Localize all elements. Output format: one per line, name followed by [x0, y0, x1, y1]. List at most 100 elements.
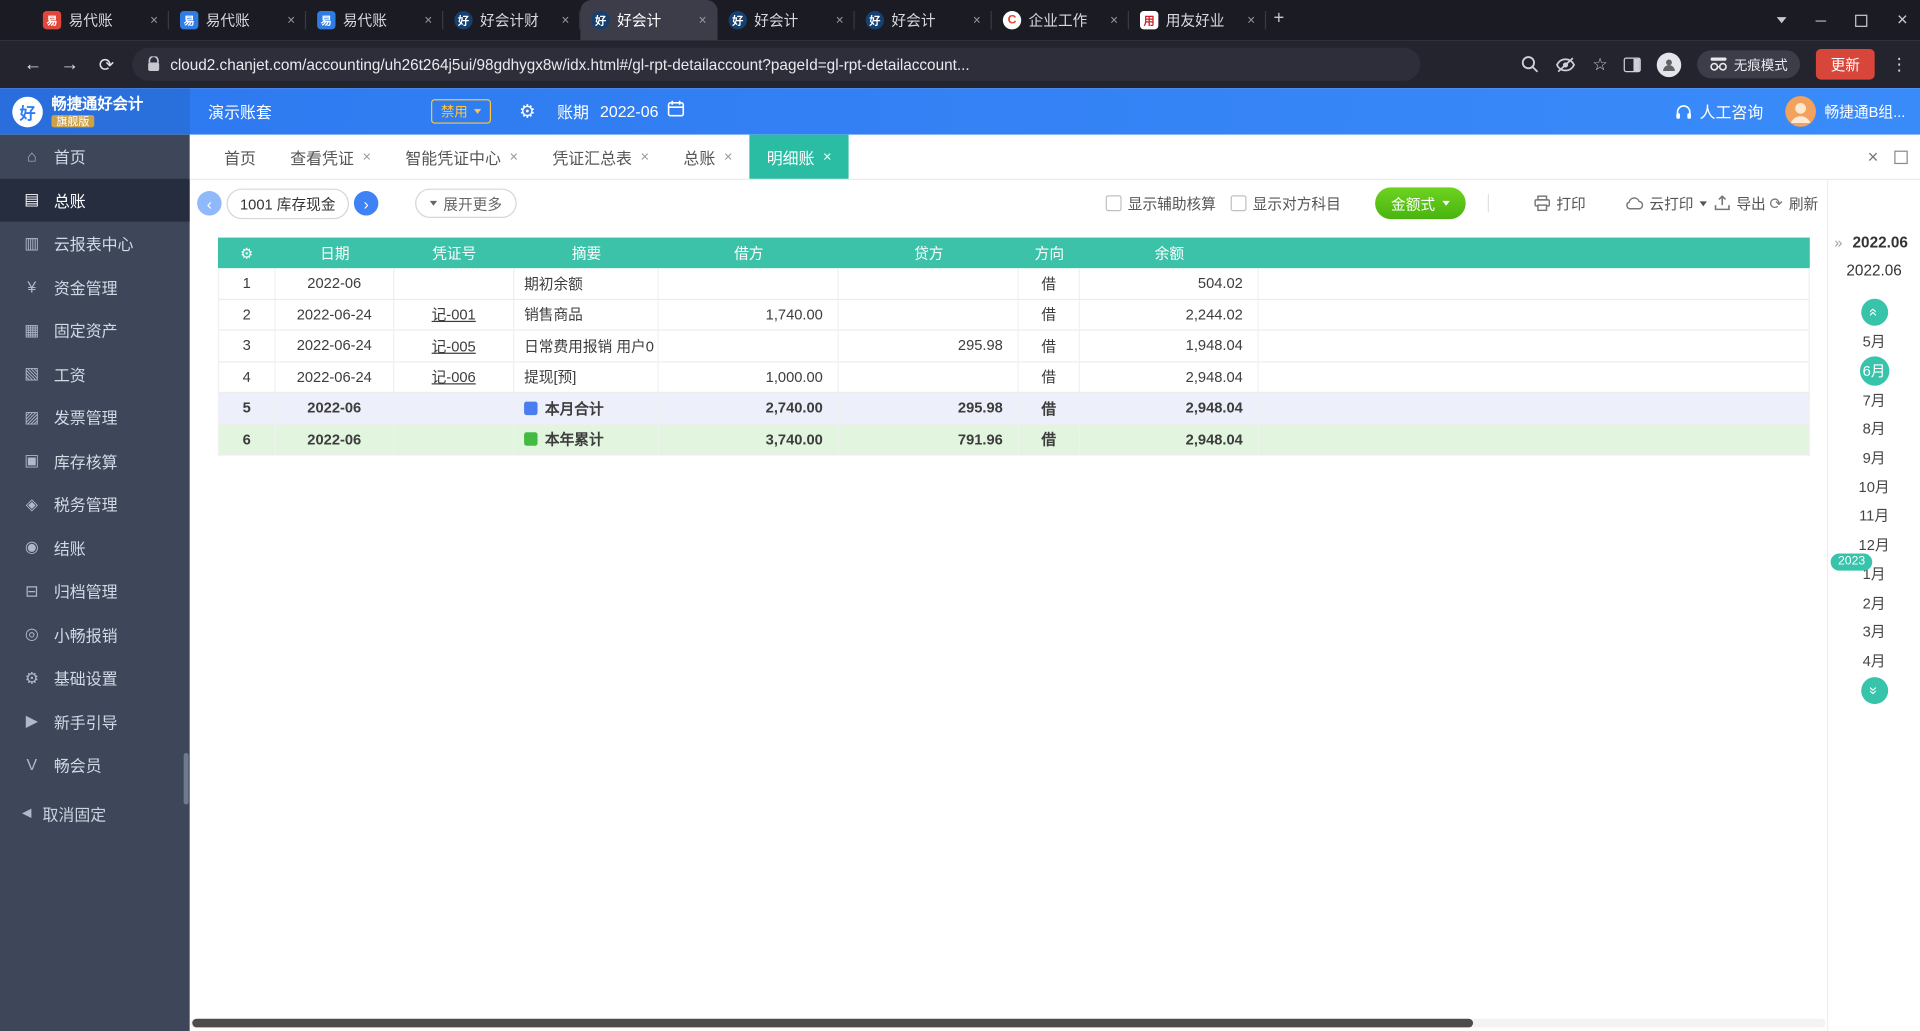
tab-close-icon[interactable]: ×	[823, 148, 832, 165]
month-total-row[interactable]: 5 2022-06 本月合计 2,740.00 295.98 借 2,948.0…	[217, 393, 1810, 425]
page-tab-general-ledger[interactable]: 总账 ×	[666, 135, 749, 179]
month-item-active[interactable]: 6月	[1828, 355, 1920, 386]
sidebar-item-tax[interactable]: ◈ 税务管理	[0, 482, 190, 525]
unpin-sidebar-button[interactable]: ◀ 取消固定	[22, 802, 106, 825]
browser-tab[interactable]: C 企业工作 ×	[992, 0, 1129, 40]
print-button[interactable]: 打印	[1534, 193, 1586, 214]
cloud-print-button[interactable]: 云打印	[1625, 193, 1707, 214]
browser-tab[interactable]: 好好会计 ×	[855, 0, 992, 40]
url-field[interactable]: cloud2.chanjet.com/accounting/uh26t264j5…	[132, 47, 1421, 81]
export-button[interactable]: 导出	[1714, 193, 1766, 214]
settings-gear-icon[interactable]: ⚙	[519, 100, 535, 123]
sidebar-item-inventory[interactable]: ▣ 库存核算	[0, 439, 190, 482]
back-icon[interactable]: ←	[15, 54, 52, 75]
sidebar-item-invoices[interactable]: ▨ 发票管理	[0, 396, 190, 439]
tab-list-chevron-icon[interactable]	[1776, 17, 1787, 24]
tab-close-icon[interactable]: ×	[641, 148, 650, 165]
browser-tab[interactable]: 好好会计 ×	[718, 0, 855, 40]
table-row[interactable]: 4 2022-06-24 记-006 提现[预] 1,000.00 借 2,94…	[217, 361, 1810, 394]
sidebar-item-closing[interactable]: ◉ 结账	[0, 526, 190, 569]
month-item[interactable]: 2月	[1828, 588, 1920, 617]
month-item[interactable]: 3月	[1828, 617, 1920, 646]
search-icon[interactable]	[1521, 55, 1539, 73]
tab-close-icon[interactable]: ×	[1110, 13, 1118, 28]
col-balance[interactable]: 余额	[1080, 238, 1259, 269]
browser-tab[interactable]: 好好会计财 ×	[443, 0, 581, 40]
maximize-button[interactable]	[1855, 14, 1868, 27]
col-date[interactable]: 日期	[276, 238, 395, 269]
col-debit[interactable]: 借方	[659, 238, 839, 269]
fullscreen-icon[interactable]	[1894, 135, 1908, 180]
table-row[interactable]: 3 2022-06-24 记-005 日常费用报销 用户0 295.98 借 1…	[217, 330, 1810, 362]
tab-close-icon[interactable]: ×	[362, 148, 371, 165]
browser-menu-icon[interactable]: ⋮	[1891, 54, 1908, 75]
account-set-name[interactable]: 演示账套	[208, 100, 272, 123]
sidebar-item-funds[interactable]: ¥ 资金管理	[0, 265, 190, 308]
voucher-link[interactable]: 记-001	[432, 304, 476, 325]
amount-style-button[interactable]: 金额式	[1375, 187, 1466, 220]
month-item[interactable]: 10月	[1828, 472, 1920, 501]
browser-profile-avatar[interactable]	[1656, 52, 1682, 77]
forward-icon[interactable]: →	[51, 54, 88, 75]
browser-tab[interactable]: 易易代账 ×	[32, 0, 169, 40]
month-item[interactable]: 5月	[1828, 327, 1920, 356]
month-item[interactable]: 8月	[1828, 414, 1920, 443]
show-aux-checkbox[interactable]: 显示辅助核算	[1105, 193, 1216, 214]
sidebar-item-guide[interactable]: ▶ 新手引导	[0, 700, 190, 743]
horizontal-scrollbar-thumb[interactable]	[192, 1018, 1474, 1028]
split-view-icon[interactable]	[1623, 56, 1641, 72]
prev-account-button[interactable]: ‹	[197, 191, 222, 216]
tab-close-icon[interactable]: ×	[1247, 13, 1255, 28]
eye-off-icon[interactable]	[1556, 56, 1577, 73]
col-direction[interactable]: 方向	[1019, 238, 1080, 269]
support-link[interactable]: 人工咨询	[1675, 100, 1763, 123]
period-value[interactable]: 2022-06	[600, 102, 658, 120]
sidebar-item-fixed-assets[interactable]: ▦ 固定资产	[0, 309, 190, 352]
checkbox[interactable]	[1230, 195, 1247, 212]
tab-close-icon[interactable]: ×	[150, 13, 158, 28]
sidebar-item-home[interactable]: ⌂ 首页	[0, 135, 190, 178]
checkbox[interactable]	[1105, 195, 1122, 212]
voucher-link[interactable]: 记-005	[432, 335, 476, 356]
sidebar-item-settings[interactable]: ⚙ 基础设置	[0, 656, 190, 699]
sidebar-item-payroll[interactable]: ▧ 工资	[0, 352, 190, 395]
sidebar-item-reimburse[interactable]: ◎ 小畅报销	[0, 613, 190, 656]
sidebar-scrollbar[interactable]	[183, 753, 189, 805]
tab-close-icon[interactable]: ×	[424, 13, 432, 28]
tab-close-icon[interactable]: ×	[836, 13, 844, 28]
reload-icon[interactable]: ⟳	[88, 53, 125, 75]
period-rail-selected[interactable]: 2022.06	[1828, 262, 1920, 279]
sidebar-item-cloud-reports[interactable]: ▥ 云报表中心	[0, 222, 190, 265]
year-total-row[interactable]: 6 2022-06 本年累计 3,740.00 791.96 借 2,948.0…	[217, 424, 1810, 456]
scroll-months-down-button[interactable]: »	[1860, 677, 1888, 705]
scroll-months-up-button[interactable]: «	[1860, 298, 1888, 326]
column-settings-gear-icon[interactable]: ⚙	[218, 238, 276, 269]
col-credit[interactable]: 贷方	[839, 238, 1019, 269]
user-avatar[interactable]	[1785, 96, 1816, 127]
new-tab-button[interactable]: +	[1273, 7, 1284, 28]
page-tab-home[interactable]: 首页	[207, 135, 273, 179]
tab-close-icon[interactable]: ×	[287, 13, 295, 28]
month-item[interactable]: 7月	[1828, 385, 1920, 414]
table-row[interactable]: 2 2022-06-24 记-001 销售商品 1,740.00 借 2,244…	[217, 299, 1810, 331]
month-item[interactable]: 11月	[1828, 501, 1920, 530]
browser-tab[interactable]: 易易代账 ×	[169, 0, 307, 40]
tab-close-icon[interactable]: ×	[724, 148, 733, 165]
tab-close-icon[interactable]: ×	[973, 13, 981, 28]
tab-close-icon[interactable]: ×	[562, 13, 570, 28]
bookmark-star-icon[interactable]: ☆	[1592, 54, 1607, 75]
expand-more-button[interactable]: 展开更多	[415, 188, 517, 218]
sidebar-item-membership[interactable]: V 畅会员	[0, 743, 190, 786]
col-voucher[interactable]: 凭证号	[394, 238, 514, 269]
page-tab-detail-ledger[interactable]: 明细账 ×	[749, 134, 849, 179]
window-close-button[interactable]: ×	[1897, 10, 1908, 31]
month-item[interactable]: 9月	[1828, 443, 1920, 472]
sidebar-item-archive[interactable]: ⊟ 归档管理	[0, 569, 190, 612]
page-tab-voucher-summary[interactable]: 凭证汇总表 ×	[535, 135, 666, 179]
page-tab-view-voucher[interactable]: 查看凭证 ×	[273, 135, 388, 179]
next-account-button[interactable]: ›	[353, 191, 379, 216]
calendar-icon[interactable]	[667, 100, 685, 123]
minimize-button[interactable]: ─	[1816, 12, 1826, 29]
user-name[interactable]: 畅捷通B组...	[1824, 101, 1905, 122]
voucher-link[interactable]: 记-006	[432, 366, 476, 387]
